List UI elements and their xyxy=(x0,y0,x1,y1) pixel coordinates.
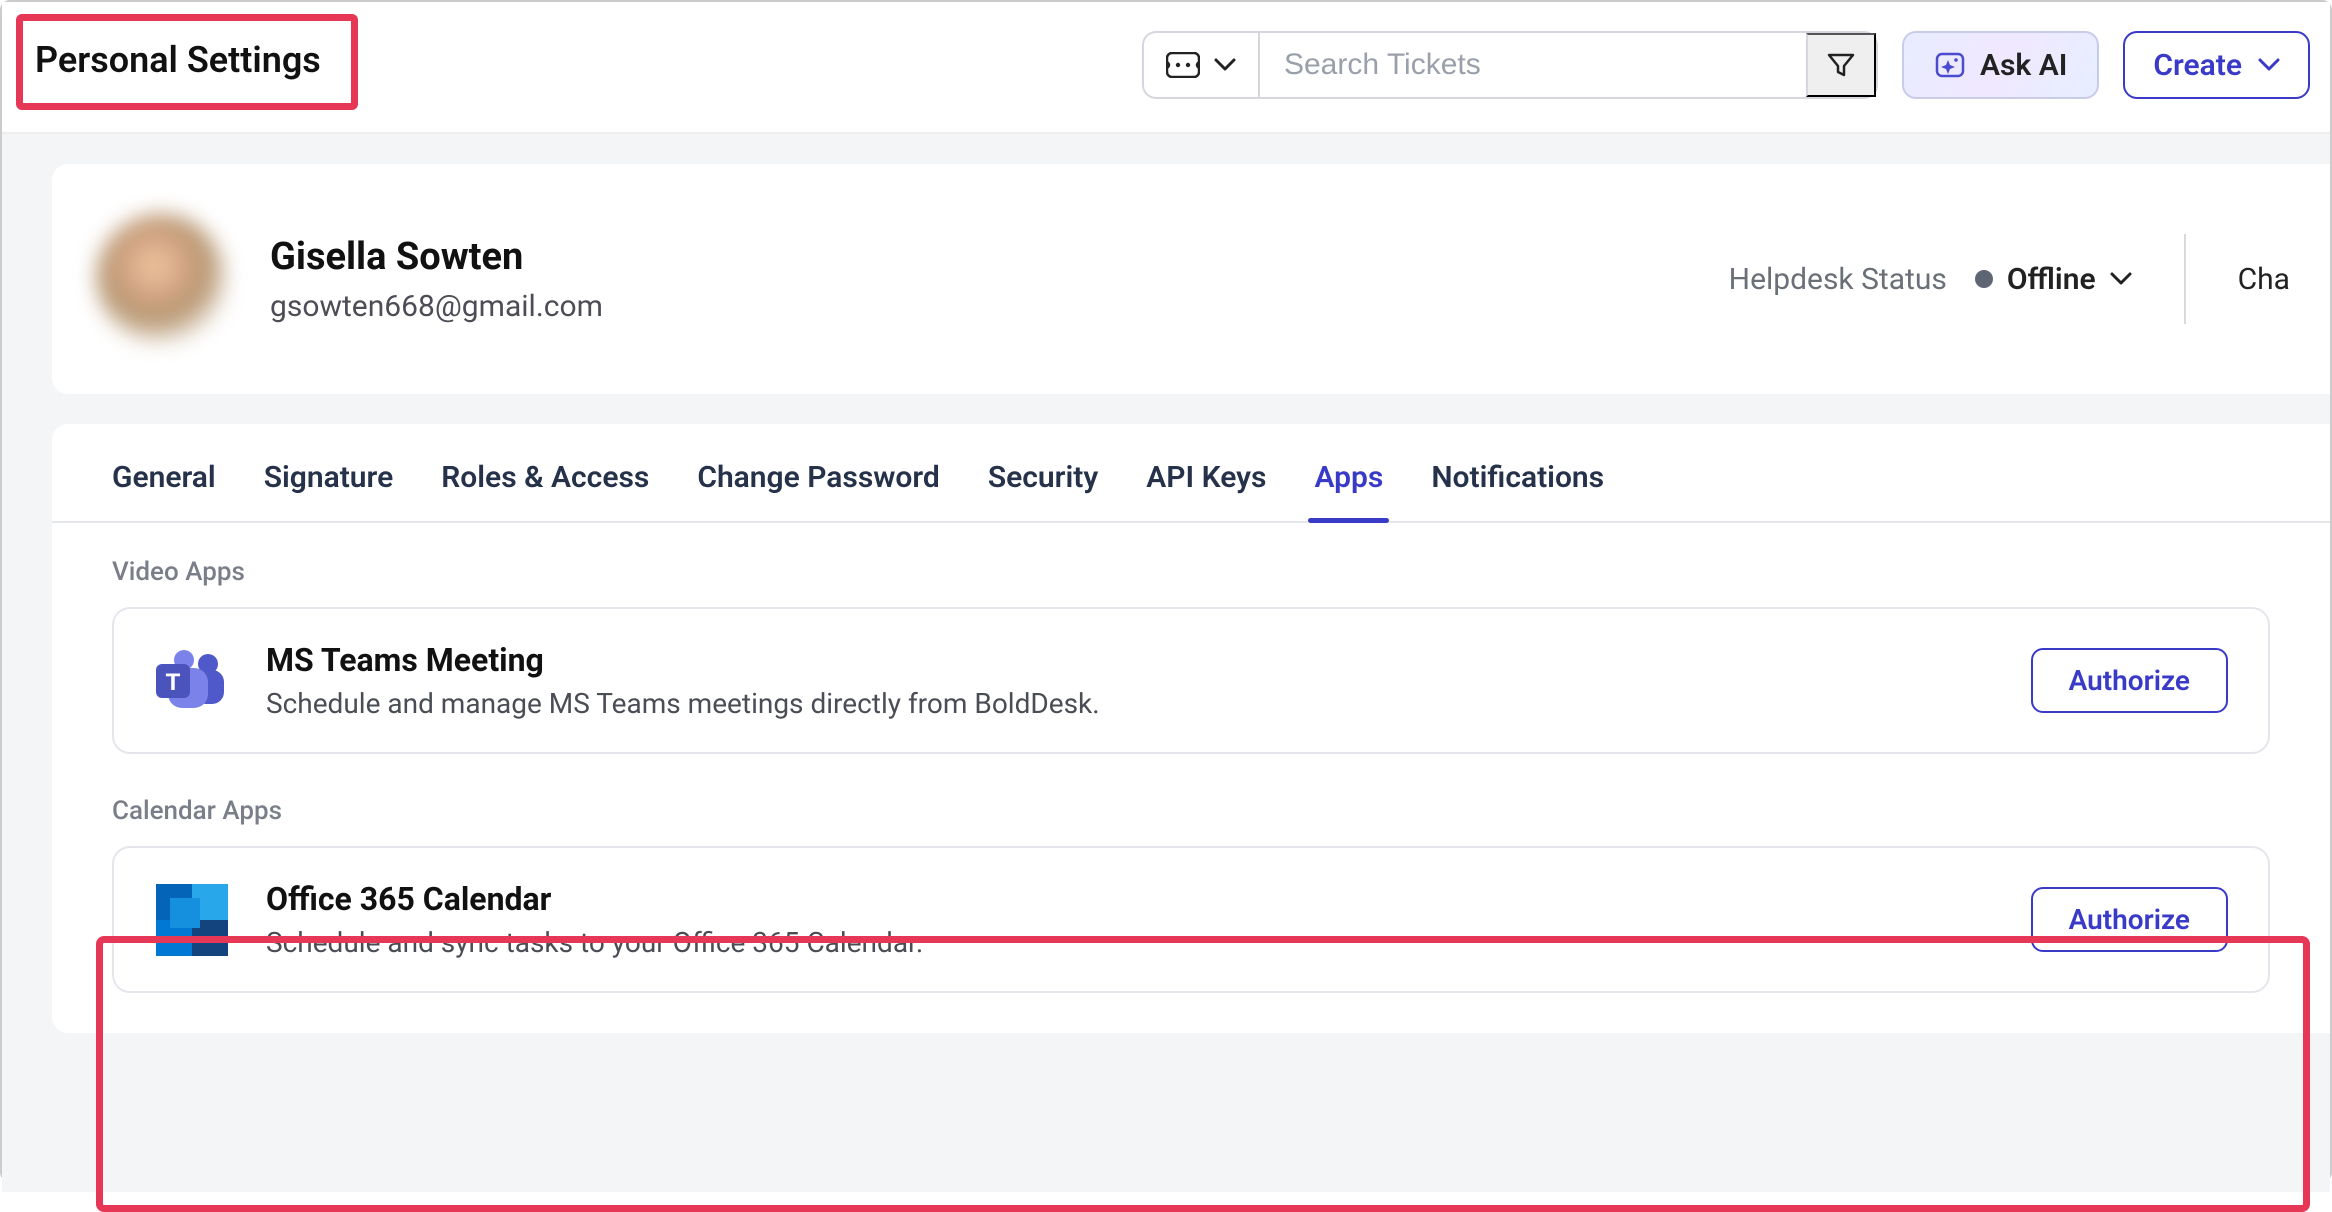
office365-calendar-icon xyxy=(154,882,230,958)
tab-notifications[interactable]: Notifications xyxy=(1431,460,1604,521)
profile-info: Gisella Sowten gsowten668@gmail.com xyxy=(270,235,603,324)
tabs-card: General Signature Roles & Access Change … xyxy=(52,424,2330,1033)
ticket-type-dropdown[interactable] xyxy=(1142,31,1258,99)
create-label: Create xyxy=(2153,48,2242,83)
top-bar: Personal Settings Ask AI Create xyxy=(2,2,2330,134)
section-label-video: Video Apps xyxy=(52,523,2330,607)
tabs: General Signature Roles & Access Change … xyxy=(52,424,2330,523)
profile-email: gsowten668@gmail.com xyxy=(270,289,603,324)
filter-icon xyxy=(1826,50,1856,80)
chevron-down-icon xyxy=(2110,272,2132,286)
create-button[interactable]: Create xyxy=(2123,31,2310,99)
tab-general[interactable]: General xyxy=(112,460,216,521)
app-card-office365-calendar: Office 365 Calendar Schedule and sync ta… xyxy=(112,846,2270,993)
tab-api-keys[interactable]: API Keys xyxy=(1146,460,1266,521)
tab-signature[interactable]: Signature xyxy=(264,460,394,521)
app-title: Office 365 Calendar xyxy=(266,880,923,918)
app-text: Office 365 Calendar Schedule and sync ta… xyxy=(266,880,923,959)
divider xyxy=(2184,234,2186,324)
authorize-button-teams[interactable]: Authorize xyxy=(2031,648,2228,713)
status-dot-icon xyxy=(1975,270,1993,288)
ms-teams-icon: T xyxy=(154,643,230,719)
status-value: Offline xyxy=(2007,262,2096,297)
app-desc: Schedule and manage MS Teams meetings di… xyxy=(266,687,1100,720)
search-group xyxy=(1142,31,1878,99)
profile-name: Gisella Sowten xyxy=(270,235,603,279)
ticket-icon xyxy=(1166,52,1200,78)
sparkle-icon xyxy=(1934,49,1966,81)
section-label-calendar: Calendar Apps xyxy=(52,754,2330,846)
profile-card: Gisella Sowten gsowten668@gmail.com Help… xyxy=(52,164,2330,394)
profile-right: Helpdesk Status Offline Cha xyxy=(1729,234,2290,324)
app-desc: Schedule and sync tasks to your Office 3… xyxy=(266,926,923,959)
tab-apps[interactable]: Apps xyxy=(1314,460,1383,521)
chevron-down-icon xyxy=(1214,58,1236,72)
truncated-action[interactable]: Cha xyxy=(2238,262,2290,297)
status-dropdown[interactable]: Offline xyxy=(1975,262,2132,297)
tab-roles-access[interactable]: Roles & Access xyxy=(441,460,649,521)
authorize-button-office365[interactable]: Authorize xyxy=(2031,887,2228,952)
tab-security[interactable]: Security xyxy=(988,460,1098,521)
avatar xyxy=(96,214,226,344)
svg-text:T: T xyxy=(166,669,181,696)
app-card-ms-teams: T MS Teams Meeting Schedule and manage M… xyxy=(112,607,2270,754)
ask-ai-button[interactable]: Ask AI xyxy=(1902,31,2099,99)
helpdesk-status-label: Helpdesk Status xyxy=(1729,262,1947,297)
chevron-down-icon xyxy=(2258,58,2280,72)
ask-ai-label: Ask AI xyxy=(1980,48,2067,83)
filter-button[interactable] xyxy=(1806,33,1876,97)
search-input[interactable] xyxy=(1260,48,1806,82)
page-title: Personal Settings xyxy=(35,39,321,81)
page-title-highlight: Personal Settings xyxy=(16,14,358,110)
content-area: Gisella Sowten gsowten668@gmail.com Help… xyxy=(2,134,2330,1192)
tab-change-password[interactable]: Change Password xyxy=(697,460,939,521)
app-title: MS Teams Meeting xyxy=(266,641,1100,679)
search-wrapper xyxy=(1258,31,1878,99)
app-text: MS Teams Meeting Schedule and manage MS … xyxy=(266,641,1100,720)
